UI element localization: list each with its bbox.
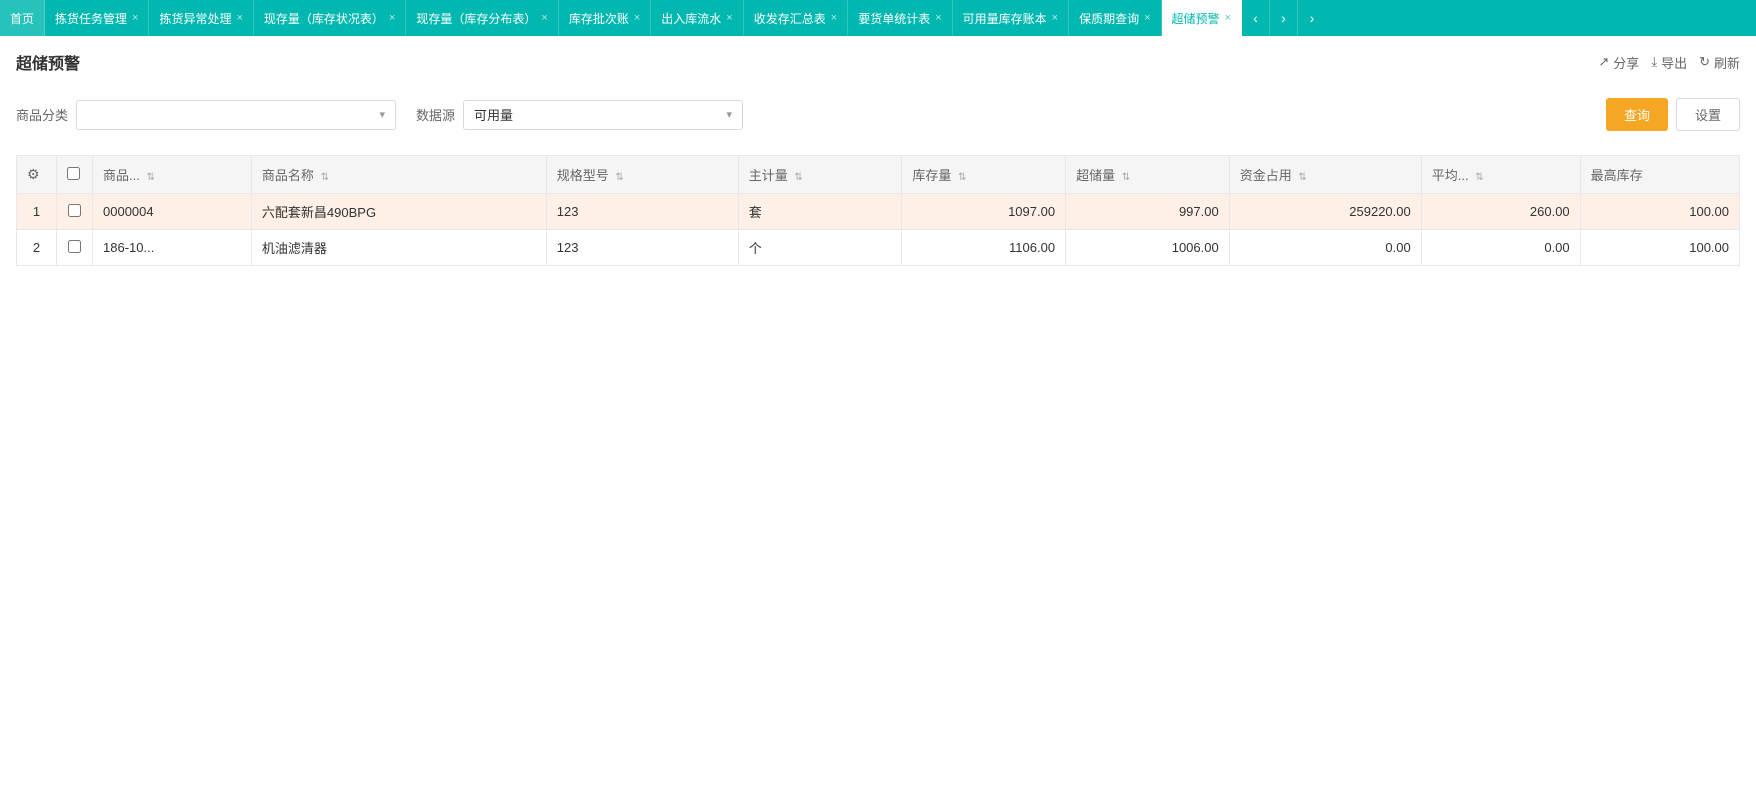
refresh-button[interactable]: ↻ 刷新 — [1699, 53, 1740, 72]
sort-icon: ⇅ — [146, 172, 154, 183]
category-filter-group: 商品分类 ▾ — [16, 100, 396, 130]
share-button[interactable]: ↗ 分享 — [1598, 53, 1639, 72]
row-checkbox-cell — [57, 194, 93, 230]
row-checkbox-cell — [57, 230, 93, 266]
row-checkbox[interactable] — [68, 240, 81, 253]
unit-cell: 套 — [738, 194, 902, 230]
col-stock[interactable]: 库存量 ⇅ — [902, 156, 1066, 194]
stock-cell: 1097.00 — [902, 194, 1066, 230]
table-row: 2 186-10... 机油滤清器 123 个 1106.00 1006.00 … — [17, 230, 1740, 266]
col-avg[interactable]: 平均... ⇅ — [1421, 156, 1580, 194]
row-checkbox[interactable] — [68, 204, 81, 217]
close-icon[interactable]: × — [132, 12, 138, 24]
spec-cell: 123 — [546, 194, 738, 230]
category-select[interactable]: ▾ — [76, 100, 396, 130]
nav-item-receive-send[interactable]: 收发存汇总表 × — [744, 0, 848, 36]
datasource-value: 可用量 — [474, 105, 513, 124]
overstock-cell: 1006.00 — [1066, 230, 1230, 266]
category-label: 商品分类 — [16, 105, 68, 124]
close-icon[interactable]: × — [935, 12, 941, 24]
export-icon: ⤓ — [1651, 54, 1657, 70]
sort-icon: ⇅ — [794, 172, 802, 183]
share-icon: ↗ — [1598, 54, 1609, 70]
sort-icon: ⇅ — [1475, 172, 1483, 183]
nav-item-available-ledger[interactable]: 可用量库存账本 × — [953, 0, 1069, 36]
nav-item-home[interactable]: 首页 — [0, 0, 45, 36]
row-number: 1 — [17, 194, 57, 230]
select-all-checkbox[interactable] — [67, 167, 80, 180]
stock-cell: 1106.00 — [902, 230, 1066, 266]
close-icon[interactable]: × — [1225, 12, 1231, 24]
nav-item-abnormal[interactable]: 拣货异常处理 × — [149, 0, 253, 36]
nav-item-task-mgmt[interactable]: 拣货任务管理 × — [45, 0, 149, 36]
overstock-cell: 997.00 — [1066, 194, 1230, 230]
nav-item-inventory-dist[interactable]: 现存量（库存分布表） × — [406, 0, 558, 36]
filter-actions: 查询 设置 — [1606, 98, 1740, 131]
query-button[interactable]: 查询 — [1606, 98, 1668, 131]
unit-cell: 个 — [738, 230, 902, 266]
col-product-code[interactable]: 商品... ⇅ — [93, 156, 252, 194]
max-stock-cell: 100.00 — [1580, 230, 1739, 266]
nav-bar: 首页 拣货任务管理 × 拣货异常处理 × 现存量（库存状况表） × 现存量（库存… — [0, 0, 1756, 36]
close-icon[interactable]: × — [1052, 12, 1058, 24]
capital-cell: 259220.00 — [1229, 194, 1421, 230]
sort-icon: ⇅ — [321, 172, 329, 183]
nav-prev-button[interactable]: ‹ — [1242, 0, 1270, 36]
sort-icon: ⇅ — [1298, 172, 1306, 183]
max-stock-cell: 100.00 — [1580, 194, 1739, 230]
avg-cell: 260.00 — [1421, 194, 1580, 230]
filter-row: 商品分类 ▾ 数据源 可用量 ▾ 查询 设置 — [16, 88, 1740, 141]
row-number: 2 — [17, 230, 57, 266]
chevron-down-icon: ▾ — [379, 108, 385, 121]
checkbox-header — [57, 156, 93, 194]
col-capital[interactable]: 资金占用 ⇅ — [1229, 156, 1421, 194]
datasource-label: 数据源 — [416, 105, 455, 124]
nav-item-order-stats[interactable]: 要货单统计表 × — [848, 0, 952, 36]
nav-item-inventory-status[interactable]: 现存量（库存状况表） × — [254, 0, 406, 36]
close-icon[interactable]: × — [726, 12, 732, 24]
product-name-cell: 机油滤清器 — [251, 230, 546, 266]
product-code-cell: 186-10... — [93, 230, 252, 266]
header-actions: ↗ 分享 ⤓ 导出 ↻ 刷新 — [1598, 53, 1740, 72]
nav-item-inout-flow[interactable]: 出入库流水 × — [651, 0, 743, 36]
avg-cell: 0.00 — [1421, 230, 1580, 266]
col-overstock[interactable]: 超储量 ⇅ — [1066, 156, 1230, 194]
table-row: 1 0000004 六配套新昌490BPG 123 套 1097.00 997.… — [17, 194, 1740, 230]
gear-icon[interactable]: ⚙ — [27, 166, 40, 182]
close-icon[interactable]: × — [236, 12, 242, 24]
col-unit[interactable]: 主计量 ⇅ — [738, 156, 902, 194]
page-content: 超储预警 ↗ 分享 ⤓ 导出 ↻ 刷新 商品分类 ▾ 数据源 — [0, 36, 1756, 280]
col-max-stock[interactable]: 最高库存 — [1580, 156, 1739, 194]
nav-item-quality-check[interactable]: 保质期查询 × — [1069, 0, 1161, 36]
sort-icon: ⇅ — [958, 172, 966, 183]
export-button[interactable]: ⤓ 导出 — [1651, 53, 1687, 72]
page-header: 超储预警 ↗ 分享 ⤓ 导出 ↻ 刷新 — [16, 50, 1740, 74]
page-title: 超储预警 — [16, 50, 80, 74]
refresh-icon: ↻ — [1699, 54, 1710, 70]
close-icon[interactable]: × — [541, 12, 547, 24]
settings-header: ⚙ — [17, 156, 57, 194]
settings-button[interactable]: 设置 — [1676, 98, 1740, 131]
nav-next-button[interactable]: › — [1270, 0, 1298, 36]
col-product-name[interactable]: 商品名称 ⇅ — [251, 156, 546, 194]
capital-cell: 0.00 — [1229, 230, 1421, 266]
spec-cell: 123 — [546, 230, 738, 266]
datasource-select[interactable]: 可用量 ▾ — [463, 100, 743, 130]
sort-icon: ⇅ — [1122, 172, 1130, 183]
data-table: ⚙ 商品... ⇅ 商品名称 ⇅ 规格型号 ⇅ 主计量 — [16, 155, 1740, 266]
product-code-cell: 0000004 — [93, 194, 252, 230]
close-icon[interactable]: × — [634, 12, 640, 24]
product-name-cell: 六配套新昌490BPG — [251, 194, 546, 230]
nav-item-overstock-warning[interactable]: 超储预警 × — [1162, 0, 1242, 36]
close-icon[interactable]: × — [831, 12, 837, 24]
col-spec[interactable]: 规格型号 ⇅ — [546, 156, 738, 194]
sort-icon: ⇅ — [615, 172, 623, 183]
nav-more-button[interactable]: › — [1298, 0, 1326, 36]
chevron-down-icon: ▾ — [727, 108, 733, 121]
close-icon[interactable]: × — [1144, 12, 1150, 24]
table-header-row: ⚙ 商品... ⇅ 商品名称 ⇅ 规格型号 ⇅ 主计量 — [17, 156, 1740, 194]
nav-item-inventory-batch[interactable]: 库存批次账 × — [559, 0, 651, 36]
close-icon[interactable]: × — [389, 12, 395, 24]
datasource-filter-group: 数据源 可用量 ▾ — [416, 100, 743, 130]
